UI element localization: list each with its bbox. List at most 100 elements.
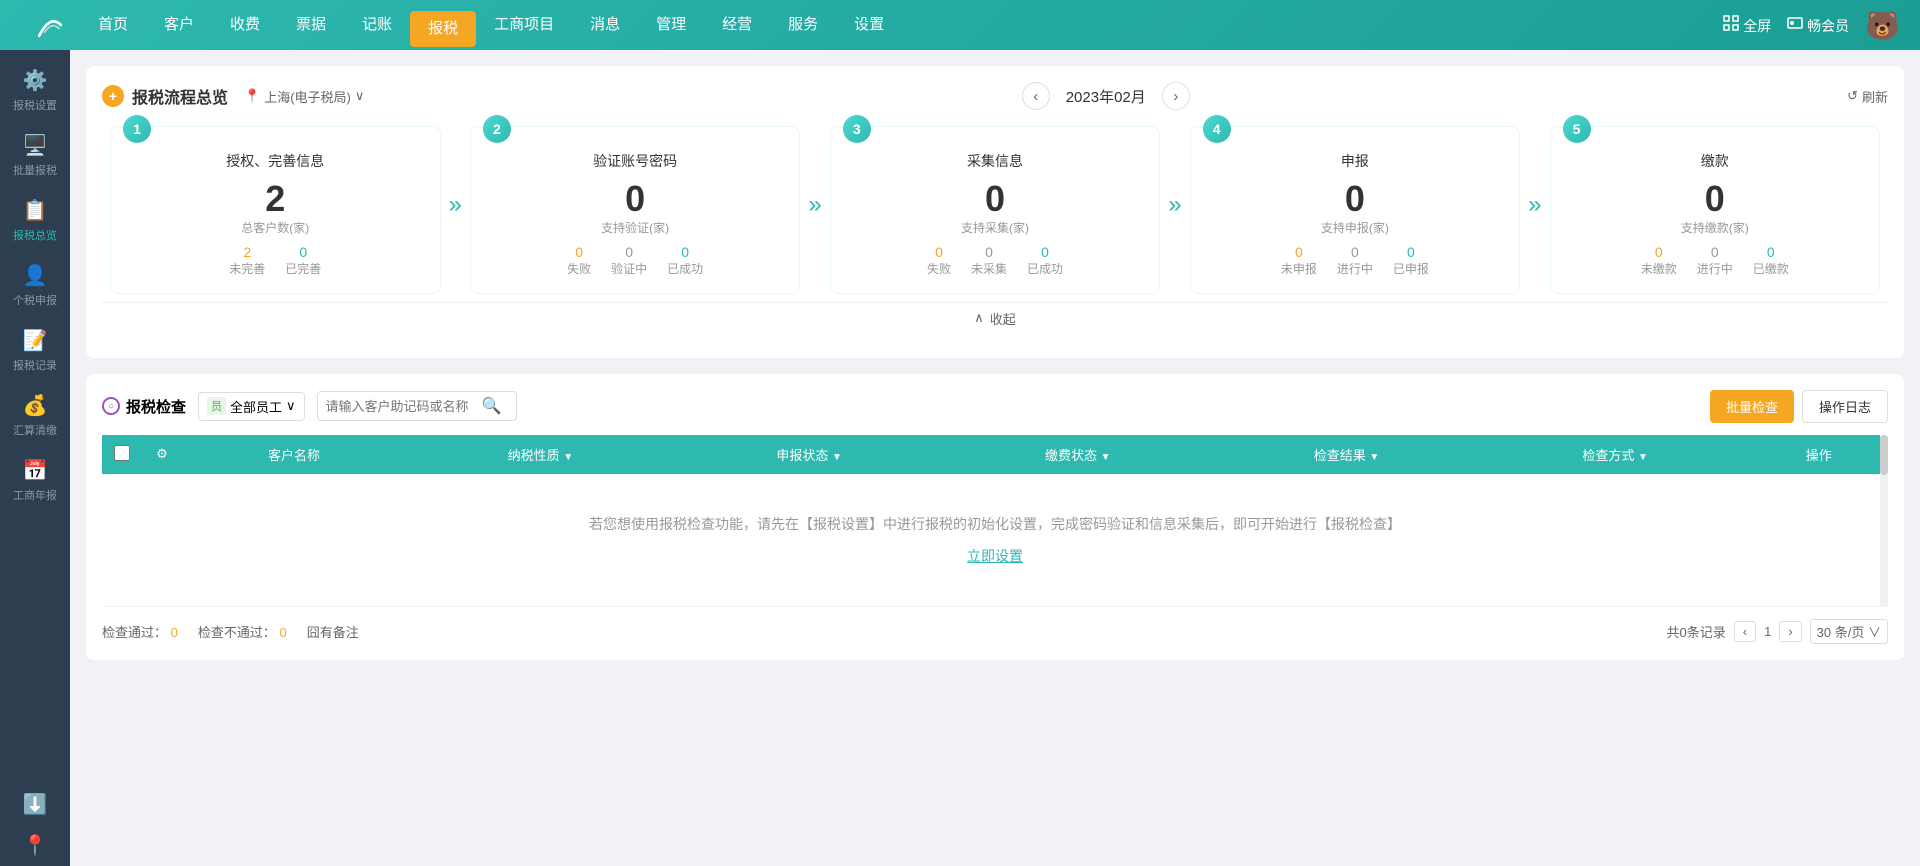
scrollbar-track: [1880, 435, 1888, 606]
check-failed-label: 检查不通过： 0: [198, 622, 287, 641]
nav-service[interactable]: 服务: [770, 0, 836, 50]
table-footer: 检查通过： 0 检查不通过： 0 囧有备注 共0条记录 ‹ 1 › 30 条/页: [102, 606, 1888, 644]
next-page-btn[interactable]: ›: [1779, 621, 1801, 642]
sidebar-item-annual-report[interactable]: 📅 工商年报: [0, 450, 70, 511]
current-page: 1: [1764, 624, 1771, 639]
step-5-num: 5: [1563, 115, 1591, 143]
collapse-label: 收起: [990, 309, 1016, 328]
fullscreen-btn[interactable]: 全屏: [1723, 15, 1771, 36]
location-icon: 📍: [23, 833, 48, 858]
refresh-icon: ↺: [1847, 88, 1858, 104]
sidebar-item-personal-label: 个税申报: [13, 292, 57, 308]
step-4-card: 4 申报 0 支持申报(家) 0 未申报 0 进行中: [1190, 126, 1521, 294]
select-all-checkbox[interactable]: [114, 445, 130, 461]
filter-icon-5[interactable]: ▼: [1638, 452, 1648, 463]
nav-items: 首页 客户 收费 票据 记账 报税 工商项目 消息 管理 经营 服务 设置: [80, 0, 1723, 50]
sidebar-item-location[interactable]: 📍: [19, 825, 52, 866]
step-4-sub: 支持申报(家): [1203, 219, 1508, 236]
logo: [20, 7, 80, 43]
overview-title: + 报税流程总览: [102, 84, 228, 108]
collapse-icon: ∧: [974, 310, 984, 326]
main-layout: ⚙️ 报税设置 🖥️ 批量报税 📋 报税总览 👤 个税申报 📝 报税记录 💰 汇…: [0, 50, 1920, 866]
month-navigator: ‹ 2023年02月 ›: [1022, 82, 1190, 110]
filter-icon-3[interactable]: ▼: [1101, 452, 1111, 463]
setting-link[interactable]: 立即设置: [122, 546, 1868, 566]
step-1-sub: 总客户数(家): [123, 219, 428, 236]
search-icon[interactable]: 🔍: [482, 396, 502, 416]
check-failed-val[interactable]: 0: [280, 625, 287, 640]
step-1-count: 2: [123, 179, 428, 219]
top-navigation: 首页 客户 收费 票据 记账 报税 工商项目 消息 管理 经营 服务 设置 全屏…: [0, 0, 1920, 50]
check-title-text: 报税检查: [126, 396, 186, 417]
tax-settings-icon: ⚙️: [23, 68, 48, 93]
step-3-title: 采集信息: [843, 151, 1148, 171]
step-5-count: 0: [1563, 179, 1868, 219]
overview-title-text: 报税流程总览: [132, 84, 228, 108]
sidebar-item-tax-settings[interactable]: ⚙️ 报税设置: [0, 60, 70, 121]
step-1-detail-0: 2 未完善: [229, 244, 265, 277]
step-3-count: 0: [843, 179, 1148, 219]
gear-icon[interactable]: ⚙: [156, 446, 168, 461]
step-4-count: 0: [1203, 179, 1508, 219]
tax-overview-icon: 📋: [23, 198, 48, 223]
nav-manage[interactable]: 管理: [638, 0, 704, 50]
next-month-btn[interactable]: ›: [1162, 82, 1190, 110]
operation-log-btn[interactable]: 操作日志: [1802, 390, 1888, 423]
refresh-btn[interactable]: ↺ 刷新: [1847, 87, 1888, 106]
nav-business[interactable]: 工商项目: [476, 0, 572, 50]
vip-btn[interactable]: 畅会员: [1787, 15, 1849, 36]
nav-fee[interactable]: 收费: [212, 0, 278, 50]
sidebar-item-personal-tax[interactable]: 👤 个税申报: [0, 255, 70, 316]
step-1-val-0: 2: [243, 244, 251, 260]
batch-check-btn[interactable]: 批量检查: [1710, 390, 1794, 423]
has-note-label: 囧有备注: [307, 622, 359, 641]
collapse-btn[interactable]: ∧ 收起: [102, 302, 1888, 334]
page-size-selector[interactable]: 30 条/页 ∨: [1810, 619, 1888, 644]
sidebar-item-batch-tax[interactable]: 🖥️ 批量报税: [0, 125, 70, 186]
sidebar-item-download[interactable]: ⬇️: [19, 784, 52, 825]
sidebar-item-tax-overview[interactable]: 📋 报税总览: [0, 190, 70, 251]
footer-right: 共0条记录 ‹ 1 › 30 条/页 ∨: [1667, 619, 1888, 644]
batch-tax-icon: 🖥️: [23, 133, 48, 158]
location-text: 上海(电子税局): [264, 87, 351, 106]
sidebar-item-settlement-label: 汇算清缴: [13, 422, 57, 438]
sidebar-item-tax-record[interactable]: 📝 报税记录: [0, 320, 70, 381]
empty-state: 若您想使用报税检查功能，请先在【报税设置】中进行报税的初始化设置，完成密码验证和…: [102, 474, 1888, 606]
nav-bill[interactable]: 票据: [278, 0, 344, 50]
step-2-detail: 0 失败 0 验证中 0 已成功: [483, 244, 788, 277]
sidebar-item-batch-label: 批量报税: [13, 162, 57, 178]
step-3-detail: 0 失败 0 未采集 0 已成功: [843, 244, 1148, 277]
check-circle-icon: ○: [102, 397, 120, 415]
step-3-card: 3 采集信息 0 支持采集(家) 0 失败 0 未采集: [830, 126, 1161, 294]
location-selector[interactable]: 📍 上海(电子税局) ∨: [244, 87, 364, 106]
tax-record-icon: 📝: [23, 328, 48, 353]
nav-operation[interactable]: 经营: [704, 0, 770, 50]
arrow-3: »: [1168, 126, 1181, 294]
nav-client[interactable]: 客户: [146, 0, 212, 50]
nav-message[interactable]: 消息: [572, 0, 638, 50]
step-2-title: 验证账号密码: [483, 151, 788, 171]
prev-month-btn[interactable]: ‹: [1022, 82, 1050, 110]
nav-accounting[interactable]: 记账: [344, 0, 410, 50]
nav-tax[interactable]: 报税: [410, 11, 476, 47]
filter-icon-4[interactable]: ▼: [1369, 452, 1379, 463]
step-5-card: 5 缴款 0 支持缴款(家) 0 未缴款 0 进行中: [1550, 126, 1881, 294]
staff-selector[interactable]: 员 全部员工 ∨: [198, 392, 305, 421]
scrollbar-thumb[interactable]: [1880, 435, 1888, 475]
step-4-detail: 0 未申报 0 进行中 0 已申报: [1203, 244, 1508, 277]
step-2-num: 2: [483, 115, 511, 143]
nav-home[interactable]: 首页: [80, 0, 146, 50]
filter-icon-1[interactable]: ▼: [563, 452, 573, 463]
th-name: 客户名称: [182, 435, 406, 474]
check-passed-val[interactable]: 0: [171, 625, 178, 640]
check-header: ○ 报税检查 员 全部员工 ∨ 🔍 批量检查 操作日志: [102, 390, 1888, 423]
filter-icon-2[interactable]: ▼: [832, 452, 842, 463]
prev-page-btn[interactable]: ‹: [1734, 621, 1756, 642]
sidebar-item-record-label: 报税记录: [13, 357, 57, 373]
sidebar-item-settlement[interactable]: 💰 汇算清缴: [0, 385, 70, 446]
th-pay-status: 缴费状态 ▼: [943, 435, 1212, 474]
table-head: ⚙ 客户名称 纳税性质 ▼ 申报状态 ▼: [102, 435, 1888, 474]
nav-settings[interactable]: 设置: [836, 0, 902, 50]
search-input[interactable]: [326, 399, 476, 414]
arrow-4: »: [1528, 126, 1541, 294]
